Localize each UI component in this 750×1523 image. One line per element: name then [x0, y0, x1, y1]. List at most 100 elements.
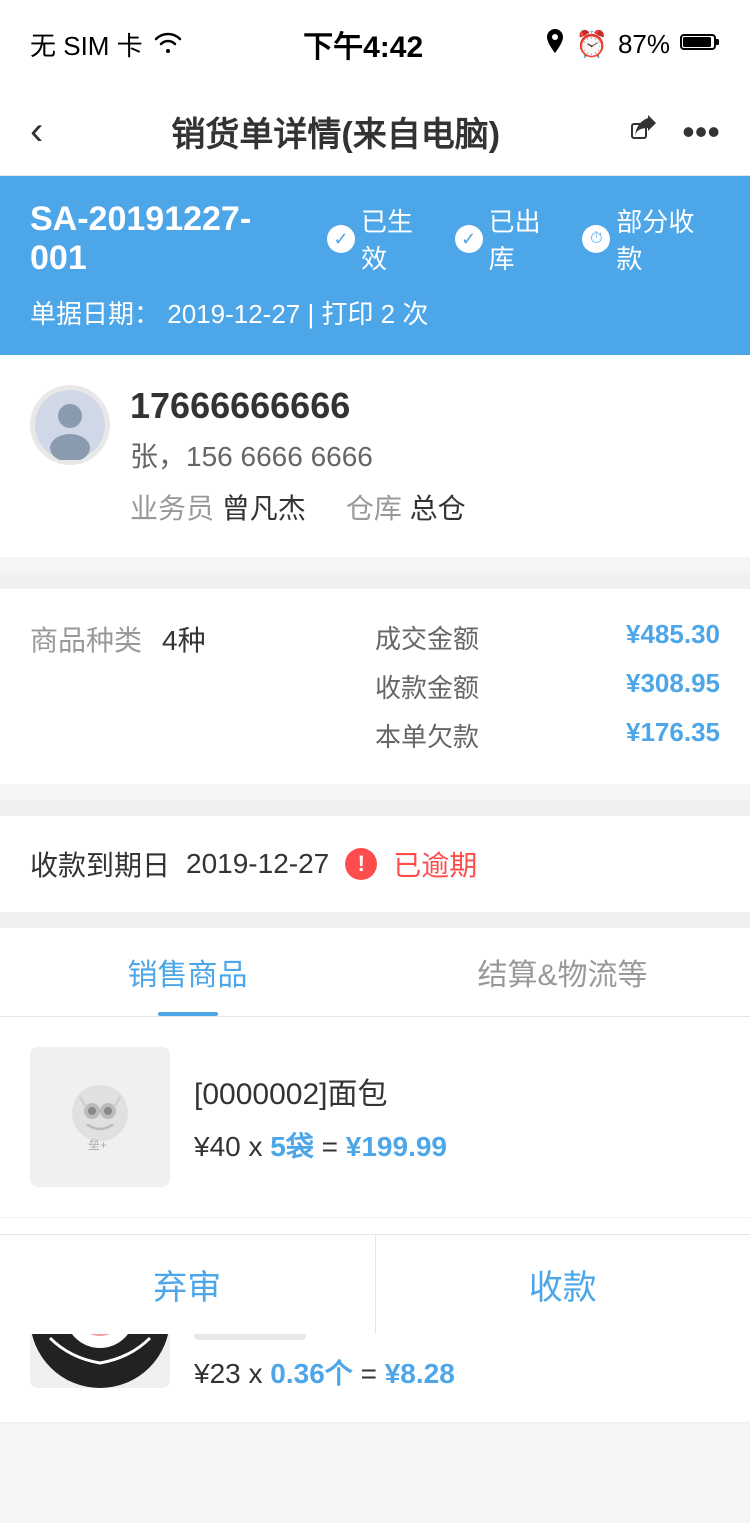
location-icon [544, 27, 566, 62]
product-image-1: 垒+ [30, 1047, 170, 1187]
overdue-text: 已逾期 [393, 844, 477, 884]
bottom-bar: 弃审 收款 [0, 1234, 750, 1334]
battery-icon [680, 29, 720, 60]
product-total-2: ¥8.28 [385, 1358, 455, 1389]
date-label: 单据日期： [30, 299, 160, 329]
type-label: 商品种类 [30, 619, 142, 659]
tab-sales-label: 销售商品 [128, 950, 248, 994]
salesperson-value: 曾凡杰 [222, 493, 306, 524]
more-icon[interactable]: ••• [682, 111, 720, 153]
type-value: 4种 [162, 619, 206, 659]
product-info-1: [0000002]面包 ¥40 x 5袋 = ¥199.99 [194, 1047, 720, 1187]
order-id: SA-20191227-001 [30, 200, 307, 278]
product-total-1: ¥199.99 [346, 1131, 447, 1162]
owed-row: 本单欠款 ¥176.35 [375, 717, 720, 754]
product-unit-price-1: ¥40 [194, 1131, 241, 1162]
customer-section: 17666666666 张，156 6666 6666 业务员 曾凡杰 仓库 总… [0, 355, 750, 557]
header-date-line: 单据日期： 2019-12-27 | 打印 2 次 [30, 294, 720, 331]
back-button[interactable]: ‹ [30, 109, 43, 154]
product-list: 垒+ [0000002]面包 ¥40 x 5袋 = ¥199.99 [0, 1017, 750, 1423]
status-bar: 无 SIM 卡 下午4:42 ⏰ 87% [0, 0, 750, 88]
collect-label: 收款 [529, 1260, 597, 1309]
status-bar-right: ⏰ 87% [544, 27, 720, 62]
badge-partial-label: 部分收款 [616, 202, 720, 276]
check-icon-shipped: ✓ [455, 225, 483, 253]
nav-bar: ‹ 销货单详情(来自电脑) ••• [0, 88, 750, 176]
sim-status: 无 SIM 卡 [30, 26, 143, 63]
tab-sales-products[interactable]: 销售商品 [0, 928, 375, 1016]
collect-button[interactable]: 收款 [376, 1235, 750, 1334]
share-icon[interactable] [628, 110, 662, 153]
nav-title: 销货单详情(来自电脑) [171, 107, 500, 156]
product-quantity-1: 5袋 [270, 1131, 314, 1162]
product-code-1: [0000002] [194, 1078, 327, 1111]
customer-info: 17666666666 张，156 6666 6666 业务员 曾凡杰 仓库 总… [130, 385, 720, 527]
order-date: 2019-12-27 [167, 299, 300, 329]
avatar [30, 385, 110, 465]
tab-settlement[interactable]: 结算&物流等 [375, 928, 750, 1016]
badge-partial: ⏱ 部分收款 [582, 202, 720, 276]
divider-2 [0, 800, 750, 816]
product-unit-price-2: ¥23 [194, 1358, 241, 1389]
product-price-line-1: ¥40 x 5袋 = ¥199.99 [194, 1125, 720, 1165]
tab-active-indicator [158, 1012, 218, 1016]
badge-shipped: ✓ 已出库 [455, 202, 567, 276]
customer-meta: 业务员 曾凡杰 仓库 总仓 [130, 487, 720, 527]
avatar-icon [35, 390, 105, 460]
tab-settlement-label: 结算&物流等 [477, 950, 647, 994]
received-label: 收款金额 [375, 668, 479, 705]
summary-left: 商品种类 4种 [30, 619, 375, 659]
badge-effective: ✓ 已生效 [327, 202, 439, 276]
status-time: 下午4:42 [303, 22, 423, 66]
salesperson-field: 业务员 曾凡杰 [130, 487, 306, 527]
product-quantity-2: 0.36个 [270, 1358, 353, 1389]
customer-contact: 张，156 6666 6666 [130, 435, 720, 475]
placeholder-1: 垒+ [60, 1077, 140, 1157]
badge-shipped-label: 已出库 [489, 202, 567, 276]
status-bar-left: 无 SIM 卡 [30, 26, 183, 63]
reject-button[interactable]: 弃审 [0, 1235, 376, 1334]
product-equals-1: = [322, 1131, 346, 1162]
summary-section: 商品种类 4种 成交金额 ¥485.30 收款金额 ¥308.95 本单欠款 ¥… [0, 589, 750, 784]
received-row: 收款金额 ¥308.95 [375, 668, 720, 705]
amount-value: ¥485.30 [626, 619, 720, 656]
due-date: 2019-12-27 [186, 848, 329, 880]
warehouse-field: 仓库 总仓 [346, 487, 466, 527]
summary-right: 成交金额 ¥485.30 收款金额 ¥308.95 本单欠款 ¥176.35 [375, 619, 720, 754]
product-type-row: 商品种类 4种 [30, 619, 375, 659]
header-card: SA-20191227-001 ✓ 已生效 ✓ 已出库 ⏱ 部分收款 单据日期：… [0, 176, 750, 355]
salesperson-label: 业务员 [130, 493, 214, 524]
warehouse-value: 总仓 [410, 493, 466, 524]
product-name-1: [0000002]面包 [194, 1069, 720, 1113]
nav-actions: ••• [628, 110, 720, 153]
badge-effective-label: 已生效 [361, 202, 439, 276]
divider-1 [0, 573, 750, 589]
battery-text: 87% [618, 29, 670, 60]
due-section: 收款到期日 2019-12-27 ! 已逾期 [0, 816, 750, 912]
product-placeholder-icon: 垒+ [60, 1077, 140, 1157]
reject-label: 弃审 [153, 1260, 221, 1309]
check-icon-effective: ✓ [327, 225, 355, 253]
warehouse-label: 仓库 [346, 493, 402, 524]
status-badges: ✓ 已生效 ✓ 已出库 ⏱ 部分收款 [327, 202, 720, 276]
due-label: 收款到期日 [30, 844, 170, 884]
clock-icon-partial: ⏱ [582, 225, 610, 253]
product-multiply-1: x [249, 1131, 271, 1162]
product-equals-2: = [361, 1358, 385, 1389]
owed-label: 本单欠款 [375, 717, 479, 754]
received-value: ¥308.95 [626, 668, 720, 705]
product-title-1: 面包 [327, 1078, 387, 1111]
alarm-icon: ⏰ [576, 29, 608, 60]
amount-label: 成交金额 [375, 619, 479, 656]
bottom-spacer [0, 1423, 750, 1523]
amount-row: 成交金额 ¥485.30 [375, 619, 720, 656]
print-count: | 打印 2 次 [307, 299, 428, 329]
overdue-icon: ! [345, 848, 377, 880]
tabs: 销售商品 结算&物流等 [0, 928, 750, 1017]
owed-value: ¥176.35 [626, 717, 720, 754]
product-multiply-2: x [249, 1358, 271, 1389]
wifi-icon [153, 29, 183, 60]
product-price-line-2: ¥23 x 0.36个 = ¥8.28 [194, 1352, 720, 1392]
list-item: 垒+ [0000002]面包 ¥40 x 5袋 = ¥199.99 [0, 1017, 750, 1218]
divider-3 [0, 912, 750, 928]
